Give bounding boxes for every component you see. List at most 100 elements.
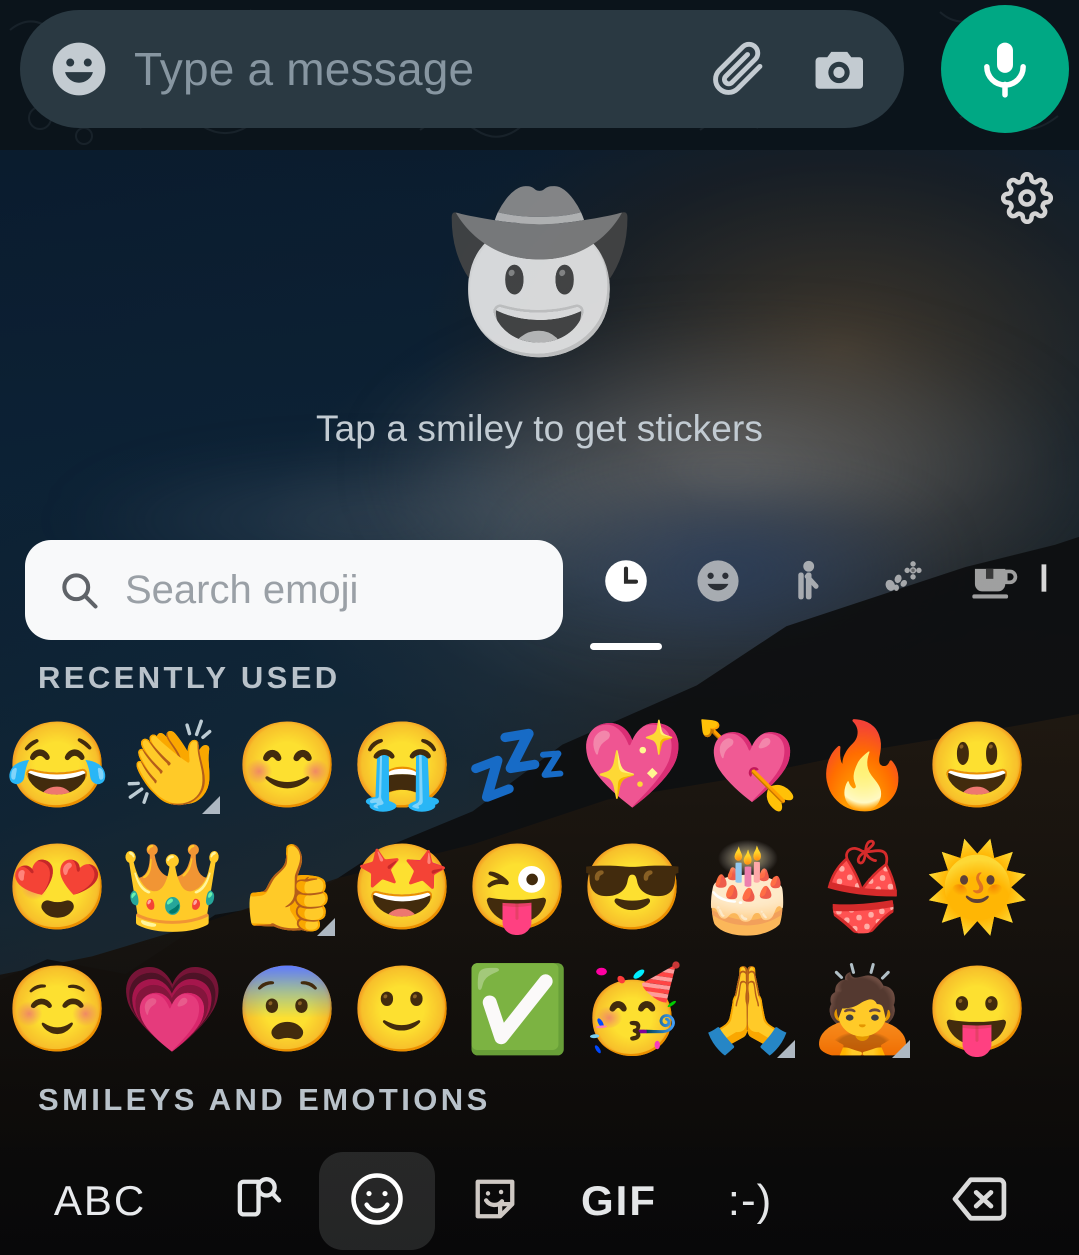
emoji-cell[interactable]: 🎂 [690,826,805,948]
kaomoji-tab-button[interactable]: :-) [684,1147,816,1255]
sticker-tab-button[interactable] [436,1147,554,1255]
sticker-suggestion-area: 🤠 Tap a smiley to get stickers [0,150,1079,520]
emoji-cell[interactable]: 🌞 [920,826,1035,948]
keyboard-bottom-toolbar: ABC GIF:-) [0,1147,1079,1255]
emoji-keyboard-screen: 🤠 Tap a smiley to get stickers Search em… [0,0,1079,1255]
bikini-icon: 👙 [810,840,915,934]
paperclip-icon[interactable] [704,34,774,104]
emoji-cell[interactable]: 😛 [920,948,1035,1070]
emoji-cell[interactable]: 😂 [0,704,115,826]
smiley-outline-icon [346,1168,408,1235]
cowboy-hat-kissing-face-sticker-placeholder-icon: 🤠 [446,189,633,357]
gif-tab-button[interactable]: GIF [554,1147,684,1255]
sidebar-item-food-and-drink[interactable] [948,535,1040,660]
sticker-hint-text: Tap a smiley to get stickers [316,408,763,449]
emoji-cell[interactable]: 😊 [230,704,345,826]
emoji-cell[interactable]: 🙏 [690,948,805,1070]
emoji-cell[interactable]: 😨 [230,948,345,1070]
fearful-face-icon: 😨 [235,962,340,1056]
winking-face-with-tongue-icon: 😜 [465,840,570,934]
loudly-crying-face-icon: 😭 [350,718,455,812]
composer-emoji-button[interactable] [48,38,110,100]
sidebar-item-people-and-body[interactable] [764,535,856,660]
sparkling-heart-icon: 💖 [580,718,685,812]
smiling-face-with-smiling-eyes-icon: 😊 [235,718,340,812]
emoji-cell[interactable]: 💗 [115,948,230,1070]
emoji-cell[interactable]: 😭 [345,704,460,826]
emoji-cell[interactable]: 👙 [805,826,920,948]
travel-and-places-icon-partial [1040,557,1056,613]
backspace-button[interactable] [921,1147,1039,1255]
emoji-cell[interactable]: 🙇 [805,948,920,1070]
voice-message-button[interactable] [941,5,1069,133]
emoji-cell[interactable]: 💘 [690,704,805,826]
sidebar-item-smileys-and-emotions[interactable] [672,535,764,660]
paw-and-flower-icon [874,553,930,609]
skin-tone-variant-marker [317,918,335,936]
search-icon [53,564,105,616]
skin-tone-variant-marker [892,1040,910,1058]
emoji-cell[interactable]: 👏 [115,704,230,826]
sun-with-face-icon: 🌞 [925,840,1030,934]
active-tab-underline [590,643,662,650]
zzz-sleeping-symbol-icon: 💤 [465,718,570,812]
emoji-cell[interactable]: 💖 [575,704,690,826]
face-with-tongue-icon: 😛 [925,962,1030,1056]
skin-tone-variant-marker [777,1040,795,1058]
cup-and-saucer-icon [966,553,1022,609]
thumbs-up-icon: 👍 [235,840,340,934]
smiling-face-icon: ☺️ [5,962,110,1056]
section-header-smileys-and-emotions: SMILEYS AND EMOTIONS [38,1082,491,1117]
message-input-placeholder: Type a message [134,43,475,95]
section-header-recently-used: RECENTLY USED [38,660,341,695]
emoji-row: ☺️ 💗 😨 🙂 ✅ 🥳 🙏 🙇 😛 [0,948,1079,1070]
search-input-placeholder: Search emoji [125,567,359,612]
emoji-cell[interactable]: 🙂 [345,948,460,1070]
emoji-cell[interactable]: ☺️ [0,948,115,1070]
emoji-cell[interactable]: 🤩 [345,826,460,948]
growing-heart-icon: 💗 [120,962,225,1056]
emoji-cell[interactable]: 💤 [460,704,575,826]
search-input[interactable]: Search emoji [25,540,563,640]
emoji-cell[interactable]: ✅ [460,948,575,1070]
abc-keyboard-button[interactable]: ABC [0,1147,200,1255]
emoji-grid[interactable]: RECENTLY USED 😂 👏 😊 😭 💤 💖 💘 🔥 😃 😍 👑 👍 🤩 … [0,660,1079,1140]
microphone-icon [984,42,1026,98]
camera-icon[interactable] [804,34,874,104]
emoji-cell[interactable]: 😍 [0,826,115,948]
emoji-cell[interactable]: 😜 [460,826,575,948]
emoji-tab-button[interactable] [318,1147,436,1255]
emoji-cell[interactable]: 🥳 [575,948,690,1070]
emoji-cell[interactable]: 😎 [575,826,690,948]
check-mark-button-icon: ✅ [465,962,570,1056]
slightly-smiling-face-icon: 🙂 [350,962,455,1056]
sticker-icon [467,1171,523,1232]
abc-keyboard-label: ABC [53,1177,147,1224]
sticker-search-icon [231,1171,287,1232]
emoji-cell[interactable]: 👍 [230,826,345,948]
kaomoji-label: :-) [727,1176,773,1225]
smiling-face-with-sunglasses-icon: 😎 [580,840,685,934]
sidebar-item-animals-and-nature[interactable] [856,535,948,660]
emoji-cell[interactable]: 😃 [920,704,1035,826]
message-input-pill[interactable]: Type a message [20,10,904,128]
sidebar-item-next-category-partial[interactable] [1040,535,1064,660]
clapping-hands-icon: 👏 [120,718,225,812]
grinning-face-with-big-eyes-icon: 😃 [925,718,1030,812]
folded-hands-icon: 🙏 [695,962,800,1056]
partying-face-icon: 🥳 [580,962,685,1056]
gif-label: GIF [581,1177,657,1224]
emoji-search-and-categories-row: Search emoji [0,535,1079,660]
sticker-placeholder-illustration: 🤠 [0,198,1079,348]
star-struck-icon: 🤩 [350,840,455,934]
search-sticker-button[interactable] [200,1147,318,1255]
smiley-face-icon [690,553,746,609]
clock-icon [598,553,654,609]
face-with-tears-of-joy-icon: 😂 [5,718,110,812]
emoji-cell[interactable]: 👑 [115,826,230,948]
emoji-row: 😂 👏 😊 😭 💤 💖 💘 🔥 😃 [0,704,1079,826]
sidebar-item-recently-used[interactable] [580,535,672,660]
fire-icon: 🔥 [810,718,915,812]
person-waving-icon [782,553,838,609]
emoji-cell[interactable]: 🔥 [805,704,920,826]
